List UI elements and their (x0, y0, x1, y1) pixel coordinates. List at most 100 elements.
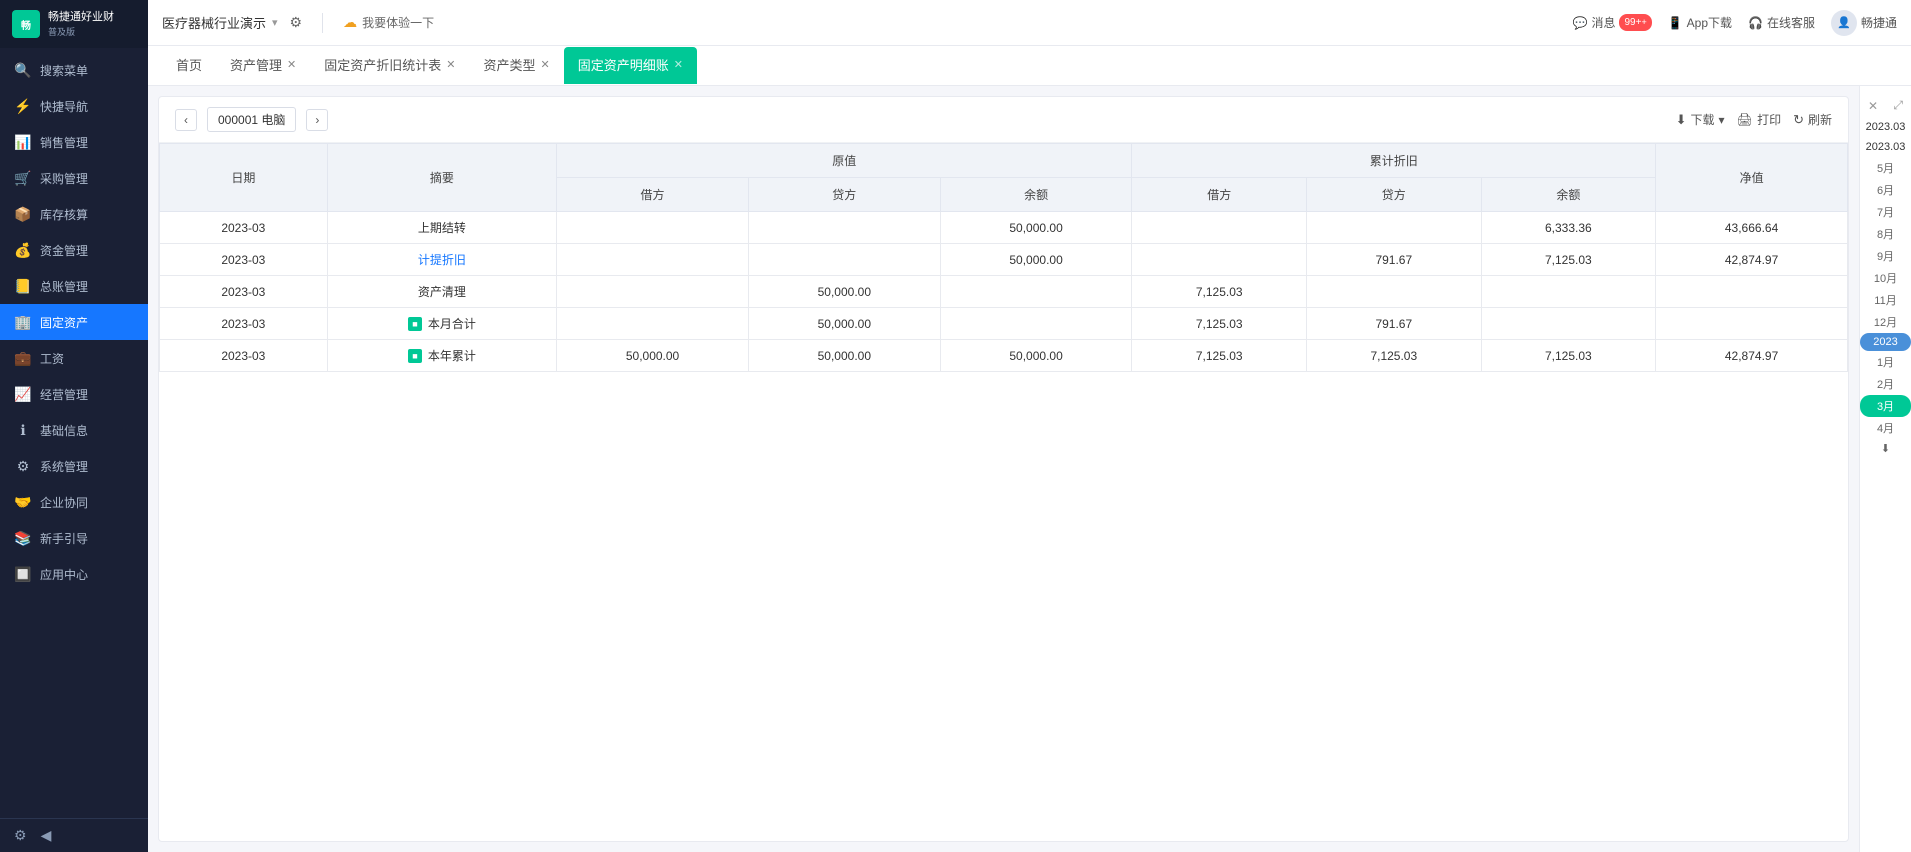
sidebar-item-ledger[interactable]: 📒 总账管理 (0, 268, 148, 304)
timeline-month-7[interactable]: 7月 (1860, 201, 1911, 223)
app-download-btn[interactable]: 📱 App下载 (1668, 14, 1732, 31)
asset-table: 日期 摘要 原值 累计折旧 净值 借方 贷方 余额 借方 贷方 余额 (159, 143, 1848, 372)
sidebar-item-label: 系统管理 (40, 458, 88, 475)
sidebar-item-label: 固定资产 (40, 314, 88, 331)
funds-icon: 💰 (14, 241, 32, 259)
sidebar-item-enterprise[interactable]: 🤝 企业协同 (0, 484, 148, 520)
asset-id-display: 000001 电脑 (207, 107, 296, 132)
messages-btn[interactable]: 💬 消息 99++ (1573, 14, 1652, 31)
sidebar-item-label: 经营管理 (40, 386, 88, 403)
app-logo: 畅 (12, 10, 40, 38)
refresh-icon: ↻ (1793, 112, 1804, 128)
topbar-right: 💬 消息 99++ 📱 App下载 🎧 在线客服 👤 畅捷通 (1573, 10, 1898, 36)
col-net-value: 净值 (1656, 144, 1848, 212)
salary-icon: 💼 (14, 349, 32, 367)
right-panel-close-icon[interactable]: ✕ (1868, 99, 1878, 113)
timeline-month-6[interactable]: 6月 (1860, 179, 1911, 201)
sidebar-item-salary[interactable]: 💼 工资 (0, 340, 148, 376)
download-btn[interactable]: ⬇ 下载 ▾ (1676, 111, 1725, 128)
quick-nav-icon: ⚡ (14, 97, 32, 115)
timeline-months-after: 1月 2月 3月 4月 (1860, 351, 1911, 439)
experience-btn[interactable]: ☁ 我要体验一下 (343, 14, 434, 31)
timeline-month-9[interactable]: 9月 (1860, 245, 1911, 267)
timeline-year-sub: 2023.03 (1866, 137, 1906, 157)
app-title: 畅捷通好业财 (48, 10, 114, 24)
sidebar-item-quick-nav[interactable]: ⚡ 快捷导航 (0, 88, 148, 124)
tab-asset-type-label: 资产类型 (483, 55, 535, 74)
settings-footer-icon[interactable]: ⚙ (14, 827, 27, 844)
sidebar-item-label: 搜索菜单 (40, 62, 88, 79)
tab-asset-mgmt[interactable]: 资产管理 ✕ (216, 47, 310, 84)
sidebar-item-system[interactable]: ⚙ 系统管理 (0, 448, 148, 484)
tab-home[interactable]: 首页 (162, 47, 216, 84)
tab-depreciation-stats[interactable]: 固定资产折旧统计表 ✕ (310, 47, 469, 84)
experience-label: 我要体验一下 (362, 14, 434, 31)
tab-depreciation-stats-close[interactable]: ✕ (446, 58, 455, 71)
customer-service-label: 在线客服 (1767, 14, 1815, 31)
messages-icon: 💬 (1573, 16, 1588, 30)
tab-asset-type[interactable]: 资产类型 ✕ (469, 47, 563, 84)
refresh-btn[interactable]: ↻ 刷新 (1793, 111, 1832, 128)
sidebar-item-operations[interactable]: 📈 经营管理 (0, 376, 148, 412)
sidebar-item-label: 总账管理 (40, 278, 88, 295)
col-acc-credit: 贷方 (1307, 178, 1482, 212)
timeline-month-11[interactable]: 11月 (1860, 289, 1911, 311)
messages-badge: 99++ (1619, 14, 1651, 31)
sidebar-item-basic-info[interactable]: ℹ 基础信息 (0, 412, 148, 448)
sidebar-item-app-center[interactable]: 🔲 应用中心 (0, 556, 148, 592)
company-selector[interactable]: 医疗器械行业演示 ▾ (162, 13, 278, 32)
print-label: 打印 (1757, 111, 1781, 128)
tab-asset-type-close[interactable]: ✕ (541, 58, 550, 71)
sidebar-item-label: 企业协同 (40, 494, 88, 511)
timeline-month-12[interactable]: 12月 (1860, 311, 1911, 333)
sidebar-item-purchase[interactable]: 🛒 采购管理 (0, 160, 148, 196)
sidebar-item-fixed-assets[interactable]: 🏢 固定资产 (0, 304, 148, 340)
sidebar-item-inventory[interactable]: 📦 库存核算 (0, 196, 148, 232)
timeline-month-5[interactable]: 5月 (1860, 157, 1911, 179)
asset-toolbar: ‹ 000001 电脑 › ⬇ 下载 ▾ 🖨 打印 ↻ 刷新 (159, 97, 1848, 143)
tab-asset-detail-close[interactable]: ✕ (674, 58, 683, 71)
app-center-icon: 🔲 (14, 565, 32, 583)
prev-asset-btn[interactable]: ‹ (175, 109, 197, 131)
timeline-month-8[interactable]: 8月 (1860, 223, 1911, 245)
sidebar-item-funds[interactable]: 💰 资金管理 (0, 232, 148, 268)
sidebar-nav: 🔍 搜索菜单 ⚡ 快捷导航 📊 销售管理 🛒 采购管理 📦 库存核算 💰 资金管… (0, 48, 148, 818)
sidebar-item-label: 资金管理 (40, 242, 88, 259)
timeline-month-1[interactable]: 1月 (1860, 351, 1911, 373)
tab-asset-mgmt-label: 资产管理 (230, 55, 282, 74)
customer-service-btn[interactable]: 🎧 在线客服 (1748, 14, 1815, 31)
sales-icon: 📊 (14, 133, 32, 151)
timeline-month-10[interactable]: 10月 (1860, 267, 1911, 289)
col-acc-debit: 借方 (1132, 178, 1307, 212)
tabs-bar: 首页 资产管理 ✕ 固定资产折旧统计表 ✕ 资产类型 ✕ 固定资产明细账 ✕ (148, 46, 1911, 86)
app-download-icon: 📱 (1668, 16, 1683, 30)
sidebar-item-search[interactable]: 🔍 搜索菜单 (0, 52, 148, 88)
timeline-month-4[interactable]: 4月 (1860, 417, 1911, 439)
sidebar-item-guide[interactable]: 📚 新手引导 (0, 520, 148, 556)
timeline-month-2[interactable]: 2月 (1860, 373, 1911, 395)
table-row: 2023-03■本年累计50,000.0050,000.0050,000.007… (160, 340, 1848, 372)
sidebar-item-label: 销售管理 (40, 134, 88, 151)
user-profile[interactable]: 👤 畅捷通 (1831, 10, 1897, 36)
company-chevron-icon: ▾ (272, 16, 278, 29)
company-name: 医疗器械行业演示 (162, 13, 266, 32)
timeline-month-3[interactable]: 3月 (1860, 395, 1911, 417)
timeline-year-top: 2023.03 (1866, 117, 1906, 137)
col-date: 日期 (160, 144, 328, 212)
tab-asset-detail[interactable]: 固定资产明细账 ✕ (564, 47, 697, 84)
app-subtitle: 普及版 (48, 25, 114, 38)
collapse-sidebar-icon[interactable]: ◀ (41, 827, 52, 844)
tab-home-label: 首页 (176, 55, 202, 74)
sidebar-item-label: 采购管理 (40, 170, 88, 187)
company-settings-icon[interactable]: ⚙ (290, 14, 303, 31)
sidebar-item-label: 应用中心 (40, 566, 88, 583)
print-btn[interactable]: 🖨 打印 (1737, 111, 1782, 128)
timeline-down-arrow[interactable]: ⬇ (1860, 439, 1911, 458)
purchase-icon: 🛒 (14, 169, 32, 187)
right-panel-expand-icon[interactable]: ⤢ (1893, 98, 1903, 113)
timeline-year-badge[interactable]: 2023 (1860, 333, 1911, 351)
tab-asset-mgmt-close[interactable]: ✕ (287, 58, 296, 71)
fixed-assets-icon: 🏢 (14, 313, 32, 331)
sidebar-item-sales[interactable]: 📊 销售管理 (0, 124, 148, 160)
next-asset-btn[interactable]: › (306, 109, 328, 131)
